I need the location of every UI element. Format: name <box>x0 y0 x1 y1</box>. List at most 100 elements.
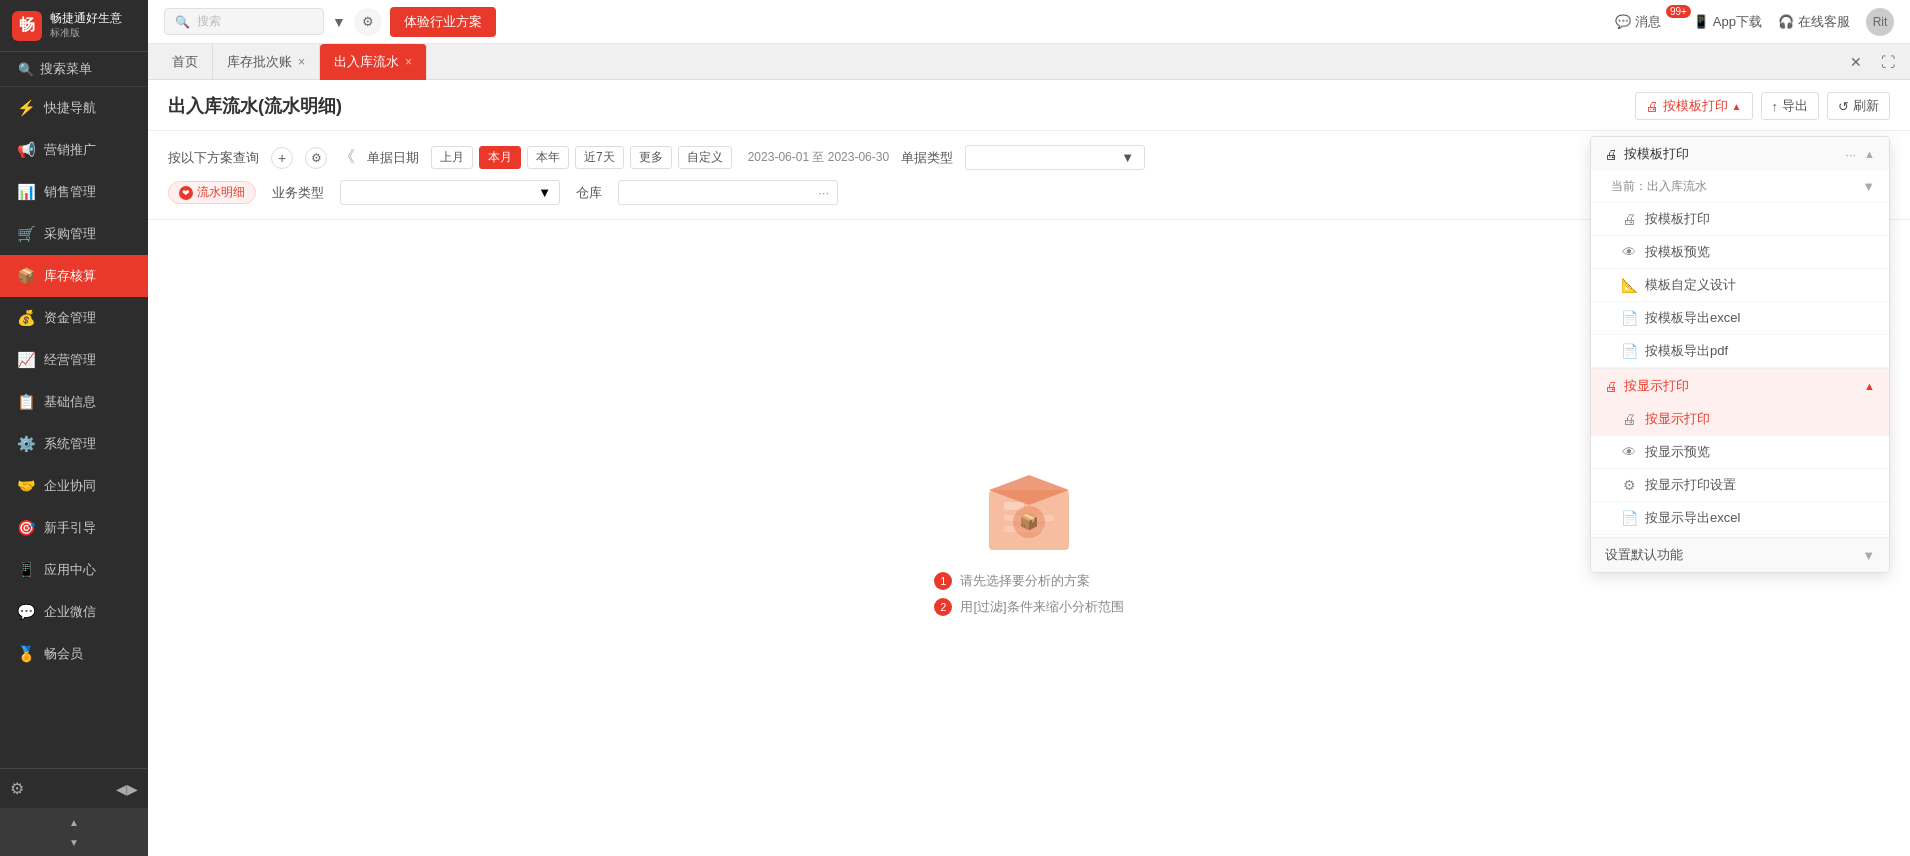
refresh-btn[interactable]: ↺ 刷新 <box>1827 92 1890 120</box>
tab-inout-flow-close[interactable]: × <box>405 55 412 69</box>
user-avatar[interactable]: Rit <box>1866 8 1894 36</box>
template-print-icon: 🖨 <box>1621 211 1637 227</box>
sidebar-logo: 畅 畅捷通好生意 标准版 <box>0 0 148 52</box>
scroll-up-btn[interactable]: ▲ <box>69 812 79 832</box>
customer-service-btn[interactable]: 🎧 在线客服 <box>1778 13 1850 31</box>
sidebar-item-app-center[interactable]: 📱 应用中心 <box>0 549 148 591</box>
template-export-excel-icon: 📄 <box>1621 310 1637 326</box>
page-title: 出入库流水(流水明细) <box>168 94 342 118</box>
sidebar-item-finance[interactable]: 💰 资金管理 <box>0 297 148 339</box>
biz-type-input[interactable]: ▼ <box>340 180 560 205</box>
date-cur-year-btn[interactable]: 本年 <box>527 146 569 169</box>
print-dropdown-panel: 🖨 按模板打印 ··· ▲ 当前：出入库流水 ▼ <box>1590 136 1890 573</box>
template-preview-item[interactable]: 👁 按模板预览 <box>1591 236 1889 269</box>
system-icon: ⚙️ <box>16 435 36 453</box>
date-range-text: 2023-06-01 至 2023-06-30 <box>748 149 889 166</box>
template-print-item[interactable]: 🖨 按模板打印 <box>1591 203 1889 236</box>
sidebar-item-purchase[interactable]: 🛒 采购管理 <box>0 213 148 255</box>
empty-step-2: 2 用[过滤]条件来缩小分析范围 <box>934 598 1123 616</box>
sidebar-item-sales[interactable]: 📊 销售管理 <box>0 171 148 213</box>
trial-btn[interactable]: 体验行业方案 <box>390 7 496 37</box>
app-download-btn[interactable]: 📱 App下载 <box>1693 13 1762 31</box>
tab-batch-account-close[interactable]: × <box>298 55 305 69</box>
display-preview-item[interactable]: 👁 按显示预览 <box>1591 436 1889 469</box>
display-print-settings-item[interactable]: ⚙ 按显示打印设置 <box>1591 469 1889 502</box>
search-menu-icon: 🔍 <box>18 62 34 77</box>
template-export-pdf-item[interactable]: 📄 按模板导出pdf <box>1591 335 1889 368</box>
export-icon: ↑ <box>1772 99 1779 114</box>
sidebar-item-marketing[interactable]: 📢 营销推广 <box>0 129 148 171</box>
sidebar-item-system[interactable]: ⚙️ 系统管理 <box>0 423 148 465</box>
sidebar-item-quick-nav[interactable]: ⚡ 快捷导航 <box>0 87 148 129</box>
doc-type-label: 单据类型 <box>901 149 953 167</box>
warehouse-input[interactable]: ··· <box>618 180 838 205</box>
sidebar-item-enterprise-wechat[interactable]: 💬 企业微信 <box>0 591 148 633</box>
sidebar-item-label: 应用中心 <box>44 561 96 579</box>
sidebar-item-newbie[interactable]: 🎯 新手引导 <box>0 507 148 549</box>
sidebar-collapse-btn[interactable]: ◀▶ <box>116 781 138 797</box>
panel-header-dots[interactable]: ··· <box>1845 147 1856 162</box>
plus-icon: + <box>278 150 286 166</box>
template-export-pdf-icon: 📄 <box>1621 343 1637 359</box>
sidebar-settings-btn[interactable]: ⚙ <box>10 779 24 798</box>
win-maximize-btn[interactable]: ⛶ <box>1876 50 1900 74</box>
display-print-item[interactable]: 🖨 按显示打印 <box>1591 403 1889 436</box>
main-area: 🔍 搜索 ▼ ⚙ 体验行业方案 💬 消息 99+ 📱 App下载 🎧 在线客服 <box>148 0 1910 856</box>
print-template-btn[interactable]: 🖨 按模板打印 ▲ <box>1635 92 1753 120</box>
display-export-excel-label: 按显示导出excel <box>1645 509 1740 527</box>
app-center-icon: 📱 <box>16 561 36 579</box>
tab-inout-flow[interactable]: 出入库流水 × <box>320 44 427 80</box>
header-left: 🔍 搜索 ▼ ⚙ 体验行业方案 <box>164 7 496 37</box>
sidebar-item-label: 采购管理 <box>44 225 96 243</box>
warehouse-more[interactable]: ··· <box>818 185 829 200</box>
filter-settings-btn[interactable]: ⚙ <box>305 147 327 169</box>
panel-footer-chevron[interactable]: ▼ <box>1862 548 1875 563</box>
sidebar: 畅 畅捷通好生意 标准版 🔍 搜索菜单 ⚡ 快捷导航 📢 营销推广 📊 销售管理… <box>0 0 148 856</box>
header-dropdown-btn[interactable]: ▼ <box>332 14 346 30</box>
display-section-chevron[interactable]: ▲ <box>1864 380 1875 392</box>
sidebar-item-operations[interactable]: 📈 经营管理 <box>0 339 148 381</box>
collapse-icon: 《 <box>339 148 355 165</box>
template-export-excel-item[interactable]: 📄 按模板导出excel <box>1591 302 1889 335</box>
panel-section-display-header[interactable]: 🖨 按显示打印 ▲ <box>1591 369 1889 403</box>
current-template-chevron[interactable]: ▼ <box>1862 179 1875 194</box>
sidebar-item-inventory[interactable]: 📦 库存核算 <box>0 255 148 297</box>
date-filters: 上月 本月 本年 近7天 更多 自定义 <box>431 146 732 169</box>
step-2-text: 用[过滤]条件来缩小分析范围 <box>960 598 1123 616</box>
tab-batch-account[interactable]: 库存批次账 × <box>213 44 320 80</box>
panel-section-template: 🖨 按模板打印 ··· ▲ 当前：出入库流水 ▼ <box>1591 137 1889 369</box>
doc-type-select[interactable]: ▼ <box>965 145 1145 170</box>
tab-home[interactable]: 首页 <box>158 44 213 80</box>
filter-collapse-btn[interactable]: 《 <box>339 147 355 168</box>
print-template-label: 按模板打印 <box>1663 97 1728 115</box>
sidebar-item-member[interactable]: 🏅 畅会员 <box>0 633 148 675</box>
header-right: 💬 消息 99+ 📱 App下载 🎧 在线客服 Rit <box>1615 8 1894 36</box>
enterprise-icon: 🤝 <box>16 477 36 495</box>
header-settings-btn[interactable]: ⚙ <box>354 8 382 36</box>
date-prev-month-btn[interactable]: 上月 <box>431 146 473 169</box>
search-menu-button[interactable]: 🔍 搜索菜单 <box>0 52 148 87</box>
sidebar-bottom: ⚙ ◀▶ <box>0 768 148 808</box>
panel-chevron-up[interactable]: ▲ <box>1864 148 1875 160</box>
date-7days-btn[interactable]: 近7天 <box>575 146 624 169</box>
sidebar-item-basic-info[interactable]: 📋 基础信息 <box>0 381 148 423</box>
template-custom-design-label: 模板自定义设计 <box>1645 276 1736 294</box>
scroll-down-btn[interactable]: ▼ <box>69 832 79 852</box>
messages-btn[interactable]: 💬 消息 99+ <box>1615 13 1677 31</box>
page-header: 出入库流水(流水明细) 🖨 按模板打印 ▲ ↑ 导出 ↺ 刷新 <box>148 80 1910 131</box>
template-print-header-label: 按模板打印 <box>1624 145 1689 163</box>
panel-footer[interactable]: 设置默认功能 ▼ <box>1591 537 1889 572</box>
header-search-box[interactable]: 🔍 搜索 <box>164 8 324 35</box>
sidebar-item-enterprise[interactable]: 🤝 企业协同 <box>0 465 148 507</box>
display-export-excel-item[interactable]: 📄 按显示导出excel <box>1591 502 1889 535</box>
filter-add-btn[interactable]: + <box>271 147 293 169</box>
export-btn[interactable]: ↑ 导出 <box>1761 92 1820 120</box>
win-close-btn[interactable]: ✕ <box>1844 50 1868 74</box>
tab-batch-account-label: 库存批次账 <box>227 53 292 71</box>
date-more-btn[interactable]: 更多 <box>630 146 672 169</box>
doc-type-chevron: ▼ <box>1121 150 1134 165</box>
date-custom-btn[interactable]: 自定义 <box>678 146 732 169</box>
date-cur-month-btn[interactable]: 本月 <box>479 146 521 169</box>
template-custom-design-item[interactable]: 📐 模板自定义设计 <box>1591 269 1889 302</box>
panel-section-template-header[interactable]: 🖨 按模板打印 ··· ▲ <box>1591 137 1889 171</box>
